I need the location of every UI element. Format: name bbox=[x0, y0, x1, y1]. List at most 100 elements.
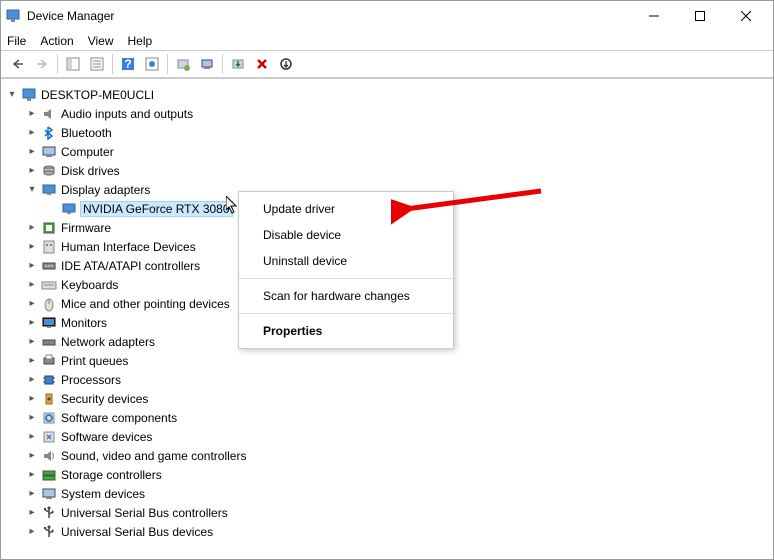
expand-icon[interactable]: ▸ bbox=[25, 145, 39, 159]
context-menu-item[interactable]: Properties bbox=[239, 318, 453, 344]
keyboard-icon bbox=[41, 277, 57, 293]
expand-icon[interactable]: ▸ bbox=[25, 278, 39, 292]
expand-icon[interactable]: ▸ bbox=[25, 506, 39, 520]
tree-root-label: DESKTOP-ME0UCLI bbox=[41, 88, 154, 102]
maximize-button[interactable] bbox=[677, 1, 723, 31]
cursor-icon bbox=[226, 196, 240, 216]
disable-device-button[interactable] bbox=[275, 53, 297, 75]
properties-button[interactable] bbox=[86, 53, 108, 75]
collapse-icon[interactable]: ▾ bbox=[25, 183, 39, 197]
category-label: Software devices bbox=[61, 430, 152, 444]
display-icon bbox=[61, 201, 77, 217]
mouse-icon bbox=[41, 296, 57, 312]
tree-root[interactable]: ▾ DESKTOP-ME0UCLI bbox=[5, 85, 769, 104]
category-label: Computer bbox=[61, 145, 114, 159]
expand-icon[interactable]: ▸ bbox=[25, 487, 39, 501]
update-driver-button[interactable] bbox=[227, 53, 249, 75]
category-item[interactable]: ▸ Sound, video and game controllers bbox=[5, 446, 769, 465]
category-item[interactable]: ▸ Software components bbox=[5, 408, 769, 427]
expand-icon[interactable]: ▸ bbox=[25, 411, 39, 425]
category-item[interactable]: ▸ System devices bbox=[5, 484, 769, 503]
expand-icon[interactable]: ▸ bbox=[25, 126, 39, 140]
disk-icon bbox=[41, 163, 57, 179]
expand-icon[interactable]: ▸ bbox=[25, 468, 39, 482]
expand-icon[interactable]: ▸ bbox=[25, 335, 39, 349]
back-button[interactable] bbox=[7, 53, 29, 75]
category-item[interactable]: ▸Security devices bbox=[5, 389, 769, 408]
help-button[interactable]: ? bbox=[117, 53, 139, 75]
category-label: Universal Serial Bus devices bbox=[61, 525, 213, 539]
category-label: Sound, video and game controllers bbox=[61, 449, 246, 463]
category-item[interactable]: ▸ Processors bbox=[5, 370, 769, 389]
minimize-button[interactable] bbox=[631, 1, 677, 31]
firmware-icon bbox=[41, 220, 57, 236]
category-item[interactable]: ▸Universal Serial Bus controllers bbox=[5, 503, 769, 522]
category-item[interactable]: ▸ Print queues bbox=[5, 351, 769, 370]
toolbar-separator bbox=[222, 54, 223, 74]
add-legacy-hardware-button[interactable] bbox=[196, 53, 218, 75]
expand-icon[interactable]: ▸ bbox=[25, 449, 39, 463]
menu-view[interactable]: View bbox=[88, 34, 114, 48]
speaker-icon bbox=[41, 106, 57, 122]
expand-icon[interactable]: ▸ bbox=[25, 525, 39, 539]
menu-separator bbox=[239, 313, 453, 314]
scan-hardware-button[interactable] bbox=[172, 53, 194, 75]
usb-icon bbox=[41, 505, 57, 521]
expand-icon[interactable]: ▸ bbox=[25, 430, 39, 444]
close-button[interactable] bbox=[723, 1, 769, 31]
collapse-icon[interactable]: ▾ bbox=[5, 88, 19, 102]
category-item[interactable]: ▸Audio inputs and outputs bbox=[5, 104, 769, 123]
menu-action[interactable]: Action bbox=[40, 34, 73, 48]
annotation-arrow-icon bbox=[391, 181, 551, 231]
category-label: Software components bbox=[61, 411, 177, 425]
context-menu-item[interactable]: Scan for hardware changes bbox=[239, 283, 453, 309]
toolbar: ? bbox=[1, 51, 773, 79]
category-item[interactable]: ▸ Computer bbox=[5, 142, 769, 161]
display-icon bbox=[41, 182, 57, 198]
cpu-icon bbox=[41, 372, 57, 388]
computer-icon bbox=[21, 87, 37, 103]
window-title: Device Manager bbox=[27, 9, 631, 23]
expand-icon[interactable]: ▸ bbox=[25, 107, 39, 121]
expand-icon[interactable]: ▸ bbox=[25, 316, 39, 330]
expand-icon[interactable]: ▸ bbox=[25, 392, 39, 406]
no-expander bbox=[45, 202, 59, 216]
category-item[interactable]: ▸Disk drives bbox=[5, 161, 769, 180]
forward-button[interactable] bbox=[31, 53, 53, 75]
category-item[interactable]: ▸ Universal Serial Bus devices bbox=[5, 522, 769, 541]
usb-icon bbox=[41, 524, 57, 540]
category-item[interactable]: ▸Bluetooth bbox=[5, 123, 769, 142]
menu-file[interactable]: File bbox=[7, 34, 26, 48]
network-icon bbox=[41, 334, 57, 350]
uninstall-device-button[interactable] bbox=[251, 53, 273, 75]
category-label: Storage controllers bbox=[61, 468, 162, 482]
expand-icon[interactable]: ▸ bbox=[25, 164, 39, 178]
expand-icon[interactable]: ▸ bbox=[25, 354, 39, 368]
category-label: Keyboards bbox=[61, 278, 118, 292]
context-menu-item[interactable]: Uninstall device bbox=[239, 248, 453, 274]
category-item[interactable]: ▸ Software devices bbox=[5, 427, 769, 446]
category-label: Print queues bbox=[61, 354, 128, 368]
expand-icon[interactable]: ▸ bbox=[25, 373, 39, 387]
expand-icon[interactable]: ▸ bbox=[25, 240, 39, 254]
device-label: NVIDIA GeForce RTX 3080 bbox=[81, 202, 232, 216]
ide-icon bbox=[41, 258, 57, 274]
app-icon bbox=[5, 8, 21, 24]
menu-help[interactable]: Help bbox=[128, 34, 153, 48]
category-label: Processors bbox=[61, 373, 121, 387]
category-item[interactable]: ▸ Storage controllers bbox=[5, 465, 769, 484]
swdev-icon bbox=[41, 429, 57, 445]
show-hide-tree-button[interactable] bbox=[62, 53, 84, 75]
menu-bar: File Action View Help bbox=[1, 31, 773, 51]
category-label: System devices bbox=[61, 487, 145, 501]
hid-icon bbox=[41, 239, 57, 255]
action-button[interactable] bbox=[141, 53, 163, 75]
storage-icon bbox=[41, 467, 57, 483]
expand-icon[interactable]: ▸ bbox=[25, 221, 39, 235]
expand-icon[interactable]: ▸ bbox=[25, 297, 39, 311]
toolbar-separator bbox=[167, 54, 168, 74]
printer-icon bbox=[41, 353, 57, 369]
expand-icon[interactable]: ▸ bbox=[25, 259, 39, 273]
toolbar-separator bbox=[57, 54, 58, 74]
sound-icon bbox=[41, 448, 57, 464]
